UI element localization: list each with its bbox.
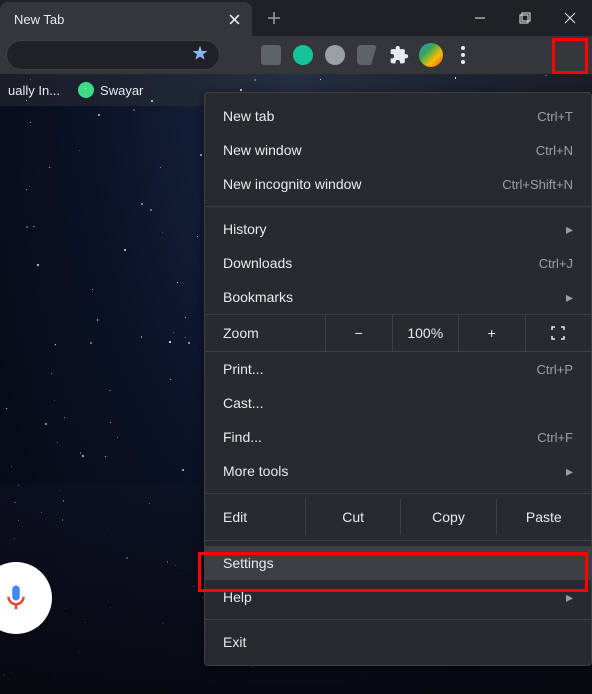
menu-separator [205, 540, 591, 541]
grammarly-icon[interactable] [288, 40, 318, 70]
zoom-label: Zoom [205, 325, 325, 341]
copy-button[interactable]: Copy [400, 499, 495, 535]
close-window-button[interactable] [547, 0, 592, 36]
globe-icon[interactable] [320, 40, 350, 70]
browser-tab[interactable]: New Tab [0, 2, 252, 36]
menu-help[interactable]: Help▸ [205, 580, 591, 614]
minimize-button[interactable] [457, 0, 502, 36]
chevron-right-icon: ▸ [566, 589, 573, 606]
menu-new-window[interactable]: New windowCtrl+N [205, 133, 591, 167]
menu-history[interactable]: History▸ [205, 212, 591, 246]
menu-bookmarks[interactable]: Bookmarks▸ [205, 280, 591, 314]
menu-downloads[interactable]: DownloadsCtrl+J [205, 246, 591, 280]
window-controls [457, 0, 592, 36]
address-bar[interactable] [6, 40, 220, 70]
new-tab-button[interactable] [260, 4, 288, 32]
menu-new-tab[interactable]: New tabCtrl+T [205, 99, 591, 133]
extension-icon[interactable] [256, 40, 286, 70]
menu-zoom-row: Zoom − 100% + [205, 314, 591, 352]
menu-more-tools[interactable]: More tools▸ [205, 454, 591, 488]
kebab-menu-button[interactable] [448, 40, 478, 70]
maximize-button[interactable] [502, 0, 547, 36]
menu-separator [205, 493, 591, 494]
extension-icon-2[interactable] [352, 40, 382, 70]
menu-cast[interactable]: Cast... [205, 386, 591, 420]
menu-exit[interactable]: Exit [205, 625, 591, 659]
menu-incognito[interactable]: New incognito windowCtrl+Shift+N [205, 167, 591, 201]
close-tab-icon[interactable] [226, 11, 242, 27]
extensions-puzzle-icon[interactable] [384, 40, 414, 70]
zoom-out-button[interactable]: − [325, 315, 392, 351]
zoom-in-button[interactable]: + [458, 315, 525, 351]
tab-strip: New Tab [0, 0, 592, 36]
profile-avatar[interactable] [416, 40, 446, 70]
menu-separator [205, 206, 591, 207]
chevron-right-icon: ▸ [566, 463, 573, 480]
menu-settings[interactable]: Settings [205, 546, 591, 580]
toolbar [0, 36, 592, 74]
chevron-right-icon: ▸ [566, 289, 573, 306]
paste-button[interactable]: Paste [496, 499, 591, 535]
fullscreen-button[interactable] [525, 315, 592, 351]
chevron-right-icon: ▸ [566, 221, 573, 238]
chrome-menu: New tabCtrl+T New windowCtrl+N New incog… [204, 92, 592, 666]
tab-title: New Tab [14, 12, 216, 27]
zoom-level: 100% [392, 315, 459, 351]
menu-separator [205, 619, 591, 620]
menu-edit-row: Edit Cut Copy Paste [205, 499, 591, 535]
cut-button[interactable]: Cut [305, 499, 400, 535]
edit-label: Edit [205, 509, 305, 525]
menu-print[interactable]: Print...Ctrl+P [205, 352, 591, 386]
menu-find[interactable]: Find...Ctrl+F [205, 420, 591, 454]
bookmark-star-icon[interactable] [191, 44, 209, 67]
